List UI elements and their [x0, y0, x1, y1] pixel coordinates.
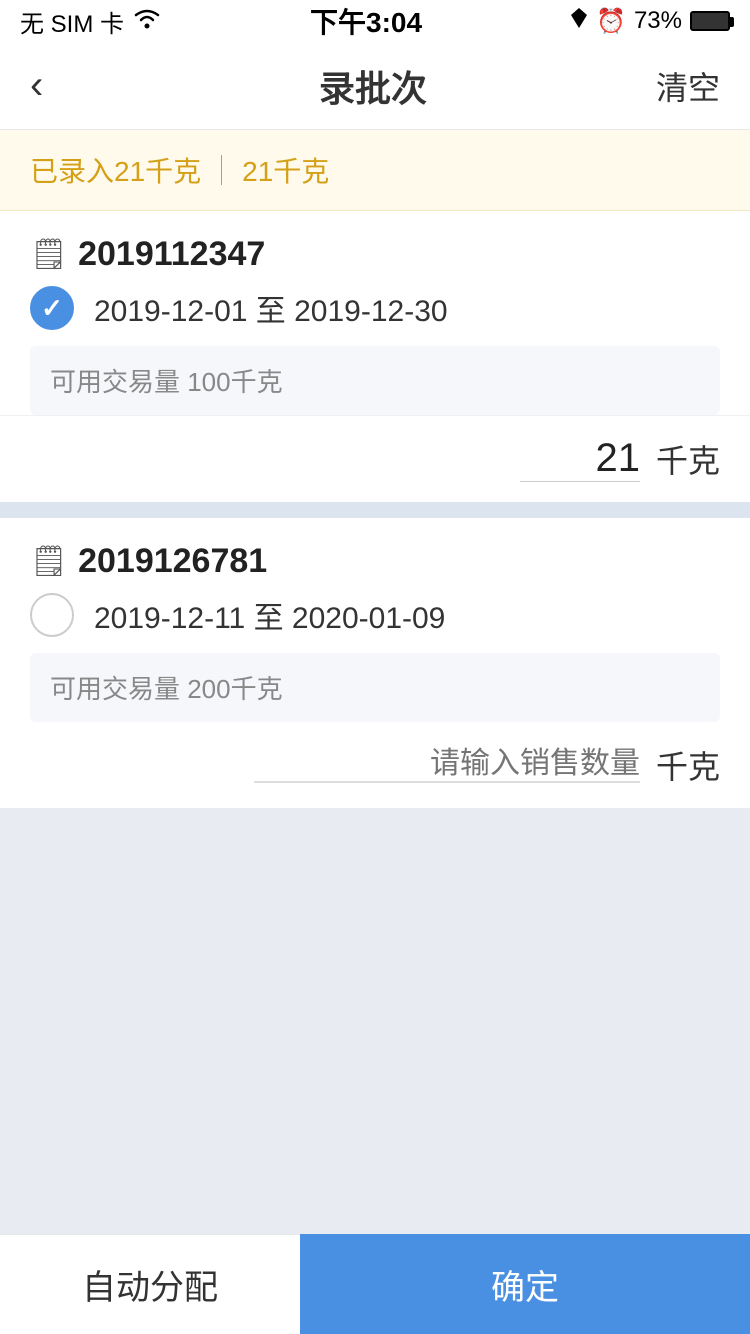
status-left: 无 SIM 卡 [20, 4, 162, 39]
batch-2-header: 🗒 2019126781 [30, 542, 720, 581]
location-icon [570, 7, 588, 36]
batch-2-wrapper: 🗒 2019126781 2019-12-11 至 2020-01-09 可用交… [0, 518, 750, 808]
batch-2-id: 2019126781 [78, 542, 267, 581]
sim-label: 无 SIM 卡 [20, 4, 124, 39]
batch-2-date-row[interactable]: 2019-12-11 至 2020-01-09 [30, 593, 720, 637]
batch-2-unit: 千克 [656, 742, 720, 788]
batch-2-item: 🗒 2019126781 2019-12-11 至 2020-01-09 可用交… [0, 518, 750, 722]
batch-1-icon: 🗒 [30, 237, 68, 272]
batch-1-quantity-underline: 21 [520, 436, 640, 482]
batch-1-wrapper: 🗒 2019112347 ✓ 2019-12-01 至 2019-12-30 可… [0, 211, 750, 502]
info-banner: 已录入21千克 21千克 [0, 130, 750, 211]
wifi-icon [132, 7, 162, 36]
batch-2-radio[interactable] [30, 593, 74, 637]
bottom-spacer [0, 808, 750, 1234]
batch-2-quantity-row: 千克 [0, 722, 750, 808]
batch-1-item: 🗒 2019112347 ✓ 2019-12-01 至 2019-12-30 可… [0, 211, 750, 415]
batch-1-radio[interactable]: ✓ [30, 286, 74, 330]
section-separator [0, 502, 750, 518]
batch-2-input-wrapper [254, 747, 640, 783]
batch-2-available: 可用交易量 200千克 [30, 653, 720, 722]
info-divider [221, 155, 222, 185]
battery-icon [690, 11, 730, 31]
alarm-icon: ⏰ [596, 7, 626, 36]
main-content: 已录入21千克 21千克 🗒 2019112347 ✓ 2019-12-01 至… [0, 130, 750, 1234]
amount-label: 21千克 [242, 150, 329, 190]
batch-2-quantity-input[interactable] [254, 747, 640, 782]
back-button[interactable]: ‹ [30, 63, 90, 108]
batch-1-header: 🗒 2019112347 [30, 235, 720, 274]
status-right: ⏰ 73% [570, 7, 730, 36]
batch-1-date-row[interactable]: ✓ 2019-12-01 至 2019-12-30 [30, 286, 720, 330]
battery-percent: 73% [634, 7, 682, 35]
batch-1-quantity-row: 21 千克 [0, 415, 750, 502]
batch-1-quantity-value: 21 [595, 436, 640, 480]
confirm-button[interactable]: 确定 [300, 1234, 750, 1334]
check-mark: ✓ [41, 293, 63, 324]
batch-2-date: 2019-12-11 至 2020-01-09 [94, 593, 445, 637]
status-bar: 无 SIM 卡 下午3:04 ⏰ 73% [0, 0, 750, 42]
recorded-label: 已录入21千克 [30, 150, 201, 190]
batch-1-available: 可用交易量 100千克 [30, 346, 720, 415]
batch-2-icon: 🗒 [30, 544, 68, 579]
batch-1-date: 2019-12-01 至 2019-12-30 [94, 286, 448, 330]
nav-bar: ‹ 录批次 清空 [0, 42, 750, 130]
status-time: 下午3:04 [310, 1, 422, 41]
batch-1-unit: 千克 [656, 436, 720, 482]
auto-distribute-button[interactable]: 自动分配 [0, 1234, 300, 1334]
bottom-bar: 自动分配 确定 [0, 1234, 750, 1334]
clear-button[interactable]: 清空 [656, 63, 720, 109]
page-title: 录批次 [319, 60, 427, 112]
batch-1-id: 2019112347 [78, 235, 265, 274]
